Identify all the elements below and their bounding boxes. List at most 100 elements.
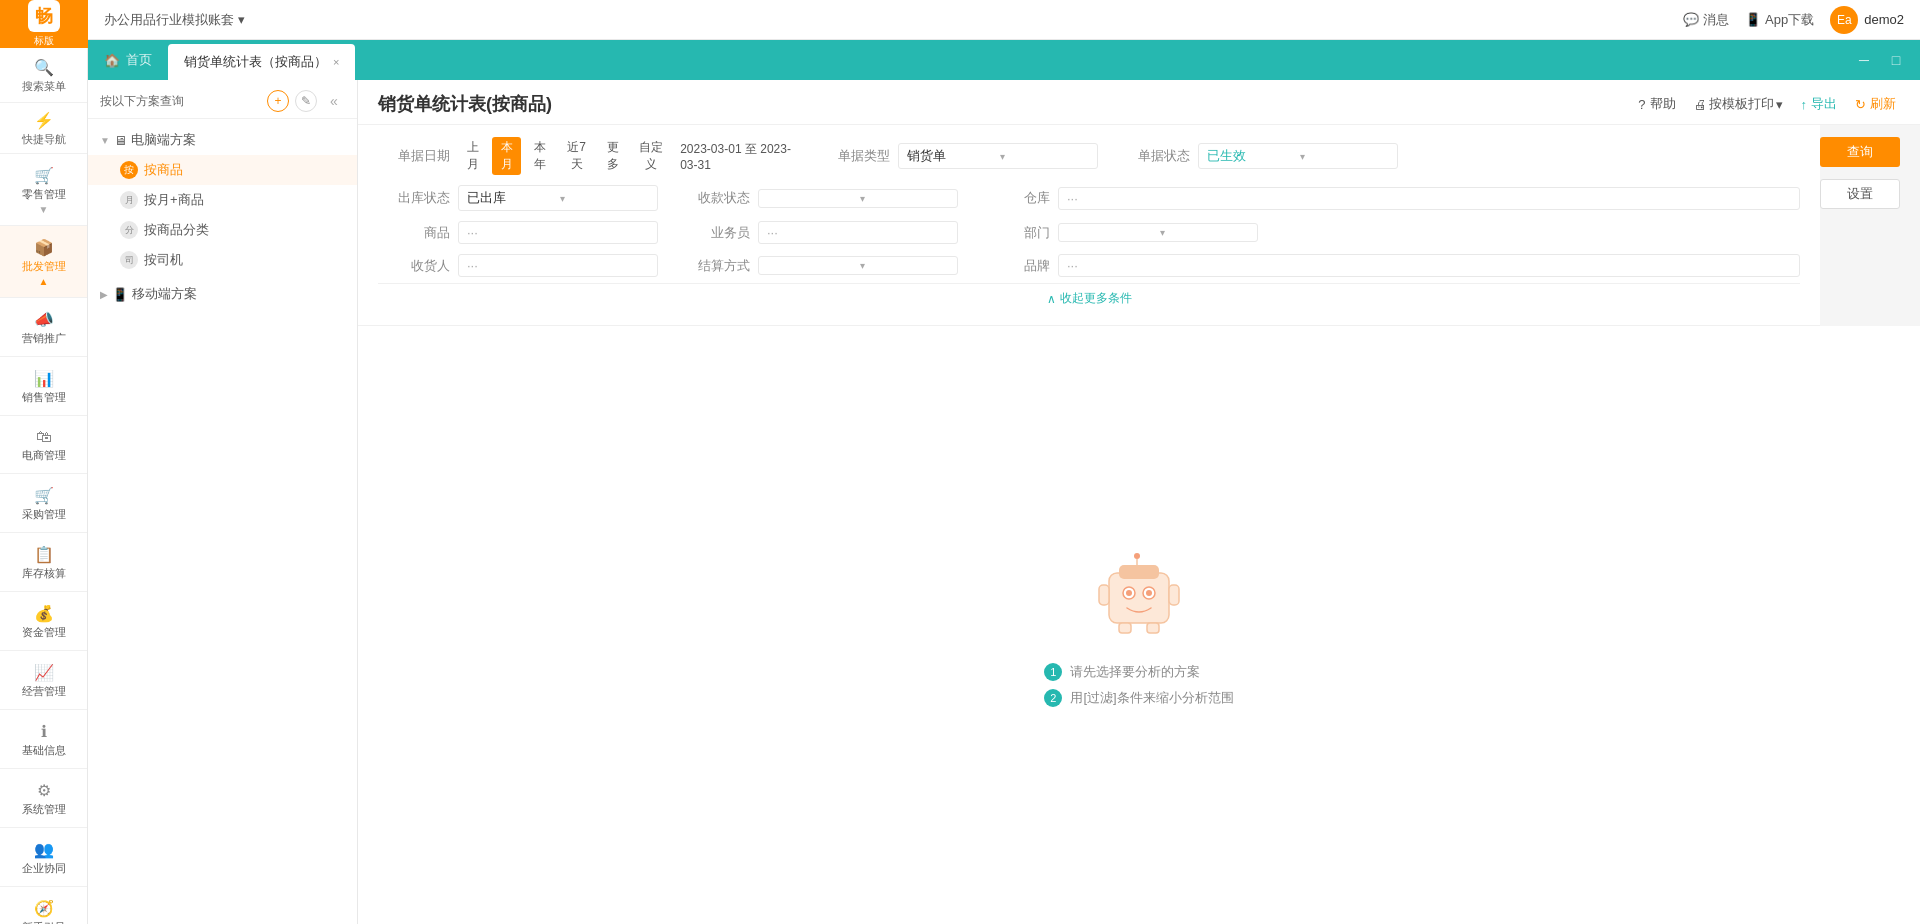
tree-parent-pc[interactable]: ▼ 🖥 电脑端方案 (88, 125, 357, 155)
right-section: 销货单统计表(按商品) ? 帮助 🖨 按模板打印 ▾ ↑ 导出 (358, 80, 1920, 924)
sidebar-item-inventory[interactable]: 📋 库存核算 (0, 533, 87, 592)
avatar: Ea (1830, 6, 1858, 34)
svg-rect-0 (1109, 573, 1169, 623)
tree-child-by-month-goods[interactable]: 月 按月+商品 (88, 185, 357, 215)
receiver-ellipsis: ··· (467, 258, 478, 273)
sidebar-item-wholesale[interactable]: 📦 批发管理 ▲ (0, 226, 87, 298)
app-download-button[interactable]: 📱 App下载 (1745, 11, 1814, 29)
collapse-bar[interactable]: ∧ 收起更多条件 (378, 283, 1800, 313)
doc-type-value: 销货单 (907, 147, 996, 165)
tab-close-icon[interactable]: × (333, 56, 339, 68)
tree-child-by-goods[interactable]: 按 按商品 (88, 155, 357, 185)
tree-expand-icon: ▼ (100, 135, 110, 146)
add-scheme-button[interactable]: + (267, 90, 289, 112)
app-download-label: App下载 (1765, 11, 1814, 29)
filter-row-2: 出库状态 已出库 ▾ 收款状态 ▾ 仓库 (378, 185, 1800, 211)
svg-rect-1 (1119, 565, 1159, 579)
out-status-select[interactable]: 已出库 ▾ (458, 185, 658, 211)
sidebar-item-enterprise[interactable]: 👥 企业协同 (0, 828, 87, 887)
tab-maximize-button[interactable]: □ (1884, 48, 1908, 72)
empty-area: 1 请先选择要分析的方案 2 用[过滤]条件来缩小分析范围 (358, 326, 1920, 924)
sidebar-item-basic[interactable]: ℹ 基础信息 (0, 710, 87, 769)
sidebar-item-sales[interactable]: 📊 销售管理 (0, 357, 87, 416)
left-panel: 按以下方案查询 + ✎ « ▼ 🖥 电脑端方案 按 按商品 (88, 80, 358, 924)
sidebar-logo: 畅 标版 (0, 0, 88, 48)
logo-text: 标版 (34, 34, 54, 48)
query-button[interactable]: 查询 (1820, 137, 1900, 167)
export-label: 导出 (1811, 95, 1837, 113)
empty-tip-1: 1 请先选择要分析的方案 (1044, 663, 1233, 681)
goods-input[interactable]: ··· (458, 221, 658, 244)
message-button[interactable]: 💬 消息 (1683, 11, 1729, 29)
tree-parent-mobile[interactable]: ▶ 📱 移动端方案 (88, 279, 357, 309)
department-select[interactable]: ▾ (1058, 223, 1258, 242)
sidebar-item-newbie[interactable]: 🧭 新手引导 (0, 887, 87, 924)
salesman-label: 业务员 (678, 224, 758, 242)
doc-status-select[interactable]: 已生效 ▾ (1198, 143, 1398, 169)
filter-area: 单据日期 上月 本月 本年 近7天 更多 自定义 20 (358, 125, 1820, 326)
date-btn-this-month[interactable]: 本月 (492, 137, 522, 175)
brand-label: 品牌 (978, 257, 1058, 275)
date-filter: 上月 本月 本年 近7天 更多 自定义 2023-03-01 至 2023-03… (458, 137, 798, 175)
salesman-ellipsis: ··· (767, 225, 778, 240)
date-btn-more[interactable]: 更多 (598, 137, 628, 175)
empty-tips: 1 请先选择要分析的方案 2 用[过滤]条件来缩小分析范围 (1044, 663, 1233, 707)
goods-label: 商品 (378, 224, 458, 242)
content-area: 按以下方案查询 + ✎ « ▼ 🖥 电脑端方案 按 按商品 (88, 80, 1920, 924)
date-btn-custom[interactable]: 自定义 (632, 137, 671, 175)
tab-home-label: 首页 (126, 51, 152, 69)
sidebar-quicknav[interactable]: ⚡ 快捷导航 (0, 103, 87, 154)
receiver-label: 收货人 (378, 257, 458, 275)
doc-status-value: 已生效 (1207, 147, 1296, 165)
doc-status-arrow: ▾ (1300, 151, 1389, 162)
user-name: demo2 (1864, 12, 1904, 27)
sidebar-item-finance[interactable]: 💰 资金管理 (0, 592, 87, 651)
sidebar-item-marketing[interactable]: 📣 营销推广 (0, 298, 87, 357)
date-btn-this-year[interactable]: 本年 (525, 137, 555, 175)
department-label: 部门 (978, 224, 1058, 242)
tab-sales-stats[interactable]: 销货单统计表（按商品） × (168, 44, 355, 80)
collection-status-select[interactable]: ▾ (758, 189, 958, 208)
brand-input[interactable]: ··· (1058, 254, 1800, 277)
export-button[interactable]: ↑ 导出 (1797, 93, 1842, 115)
query-side: 查询 设置 (1820, 125, 1920, 326)
sidebar-item-retail[interactable]: 🛒 零售管理 ▼ (0, 154, 87, 226)
template-print-button[interactable]: 🖨 按模板打印 ▾ (1690, 93, 1787, 115)
help-button[interactable]: ? 帮助 (1634, 93, 1679, 115)
warehouse-input[interactable]: ··· (1058, 187, 1800, 210)
sidebar-item-operations[interactable]: 📈 经营管理 (0, 651, 87, 710)
tree-child-by-category[interactable]: 分 按商品分类 (88, 215, 357, 245)
industry-dropdown[interactable]: 办公用品行业模拟账套 ▾ (104, 11, 245, 29)
refresh-button[interactable]: ↻ 刷新 (1851, 93, 1900, 115)
settings-button[interactable]: 设置 (1820, 179, 1900, 209)
tree-child-by-driver[interactable]: 司 按司机 (88, 245, 357, 275)
sidebar-item-ecommerce[interactable]: 🛍 电商管理 (0, 416, 87, 474)
refresh-icon: ↻ (1855, 97, 1866, 112)
tab-minimize-button[interactable]: ─ (1852, 48, 1876, 72)
salesman-input[interactable]: ··· (758, 221, 958, 244)
receiver-input[interactable]: ··· (458, 254, 658, 277)
tree-parent-mobile-label: 移动端方案 (132, 285, 197, 303)
date-btn-7days[interactable]: 近7天 (559, 137, 594, 175)
filter-row-3: 商品 ··· 业务员 ··· 部门 ▾ (378, 221, 1800, 244)
user-info[interactable]: Ea demo2 (1830, 6, 1904, 34)
collection-status-arrow: ▾ (860, 193, 949, 204)
warehouse-label: 仓库 (978, 189, 1058, 207)
edit-scheme-button[interactable]: ✎ (295, 90, 317, 112)
tab-bar-right: ─ □ (1852, 48, 1920, 72)
settlement-select[interactable]: ▾ (758, 256, 958, 275)
by-month-goods-label: 按月+商品 (144, 191, 204, 209)
by-goods-icon: 按 (120, 161, 138, 179)
sidebar-item-purchase[interactable]: 🛒 采购管理 (0, 474, 87, 533)
tip-num-1: 1 (1044, 663, 1062, 681)
date-btn-last-month[interactable]: 上月 (458, 137, 488, 175)
sidebar-item-system[interactable]: ⚙ 系统管理 (0, 769, 87, 828)
tab-home[interactable]: 🏠 首页 (88, 40, 168, 80)
template-print-arrow: ▾ (1776, 97, 1783, 112)
sidebar: 畅 标版 🔍 搜索菜单 ⚡ 快捷导航 🛒 零售管理 ▼ 📦 批发管理 ▲ 📣 营… (0, 0, 88, 924)
sidebar-search[interactable]: 🔍 搜索菜单 (0, 48, 87, 103)
collapse-panel-button[interactable]: « (323, 90, 345, 112)
doc-type-select[interactable]: 销货单 ▾ (898, 143, 1098, 169)
filter-row-1: 单据日期 上月 本月 本年 近7天 更多 自定义 20 (378, 137, 1800, 175)
doc-type-arrow: ▾ (1000, 151, 1089, 162)
